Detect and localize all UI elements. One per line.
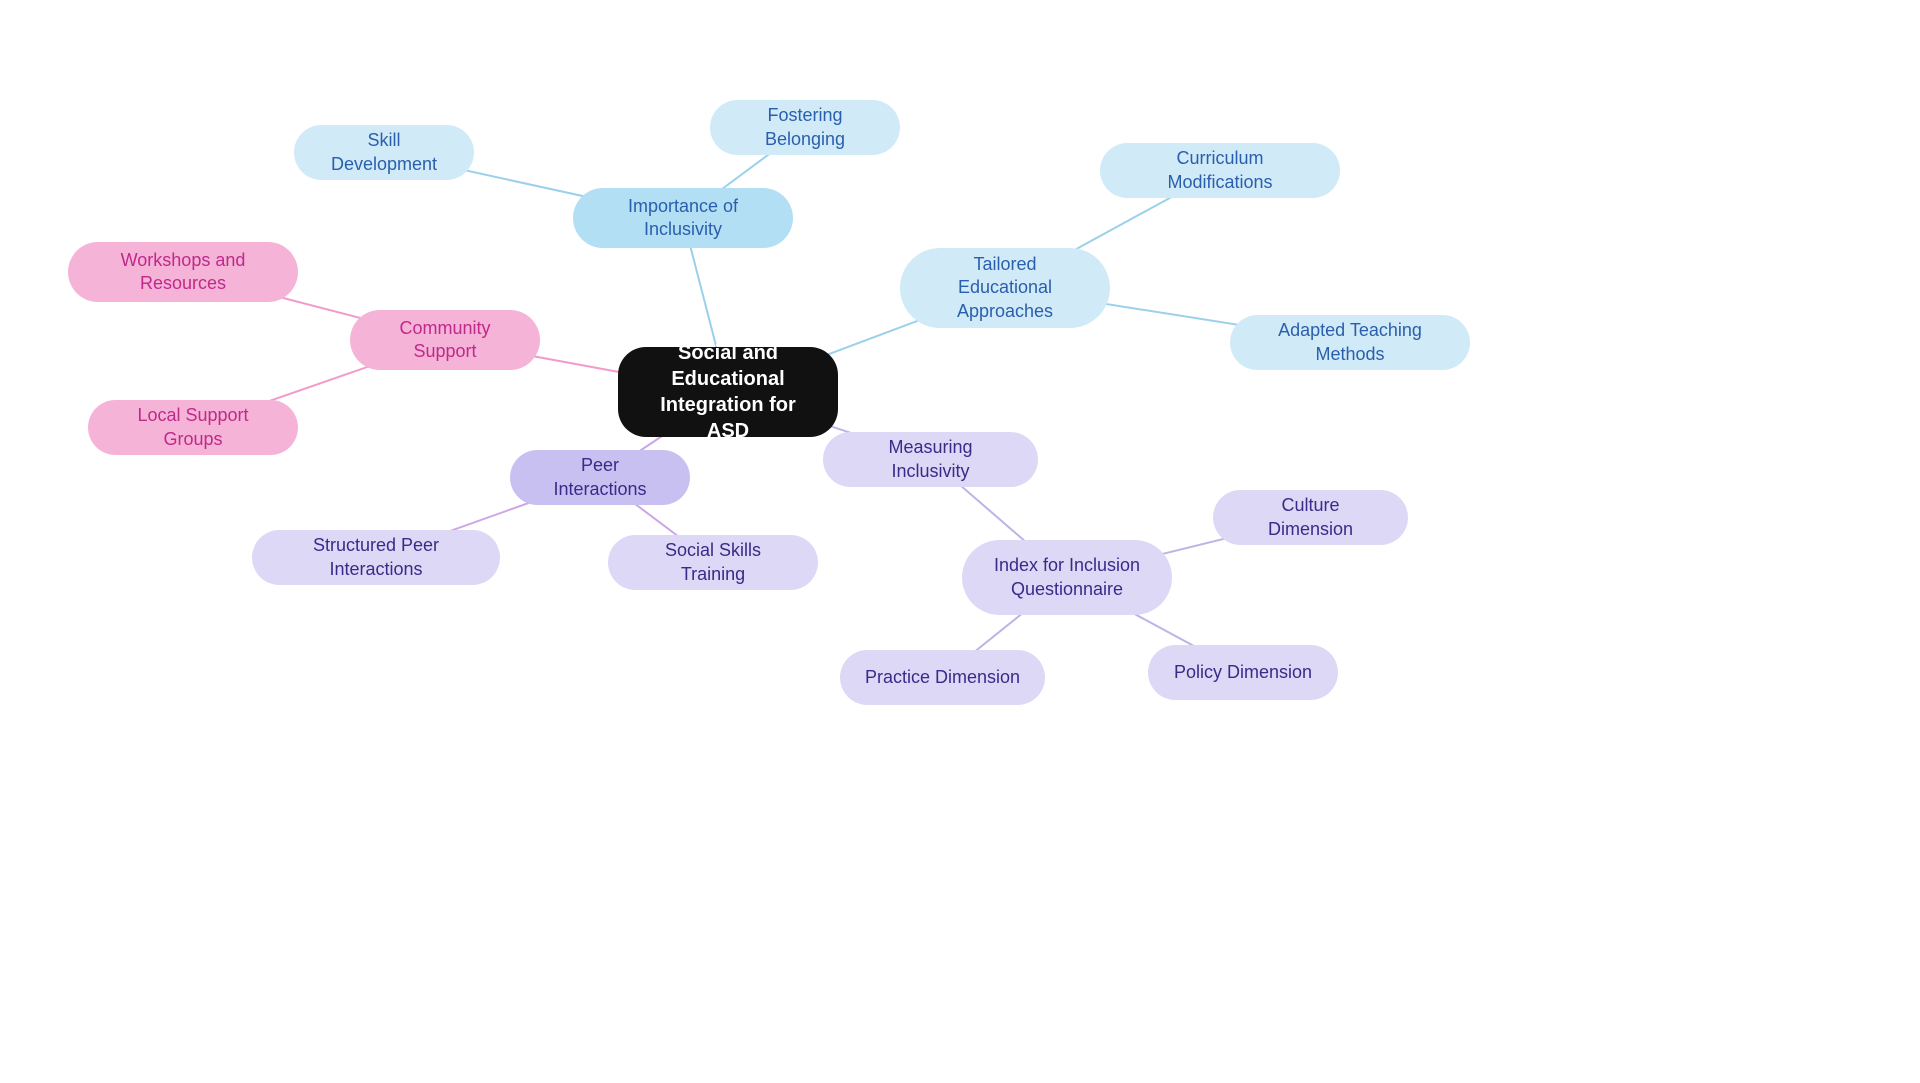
index-inclusion-node: Index for Inclusion Questionnaire (962, 540, 1172, 615)
culture-dimension-node: Culture Dimension (1213, 490, 1408, 545)
tailored-educational-node: Tailored Educational Approaches (900, 248, 1110, 328)
practice-dimension-node: Practice Dimension (840, 650, 1045, 705)
skill-development-node: Skill Development (294, 125, 474, 180)
measuring-inclusivity-node: Measuring Inclusivity (823, 432, 1038, 487)
local-support-groups-node: Local Support Groups (88, 400, 298, 455)
structured-peer-node: Structured Peer Interactions (252, 530, 500, 585)
peer-interactions-node: Peer Interactions (510, 450, 690, 505)
importance-inclusivity-node: Importance of Inclusivity (573, 188, 793, 248)
workshops-resources-node: Workshops and Resources (68, 242, 298, 302)
community-support-node: Community Support (350, 310, 540, 370)
policy-dimension-node: Policy Dimension (1148, 645, 1338, 700)
center-node: Social and Educational Integration for A… (618, 347, 838, 437)
fostering-belonging-node: Fostering Belonging (710, 100, 900, 155)
social-skills-node: Social Skills Training (608, 535, 818, 590)
curriculum-modifications-node: Curriculum Modifications (1100, 143, 1340, 198)
adapted-teaching-node: Adapted Teaching Methods (1230, 315, 1470, 370)
